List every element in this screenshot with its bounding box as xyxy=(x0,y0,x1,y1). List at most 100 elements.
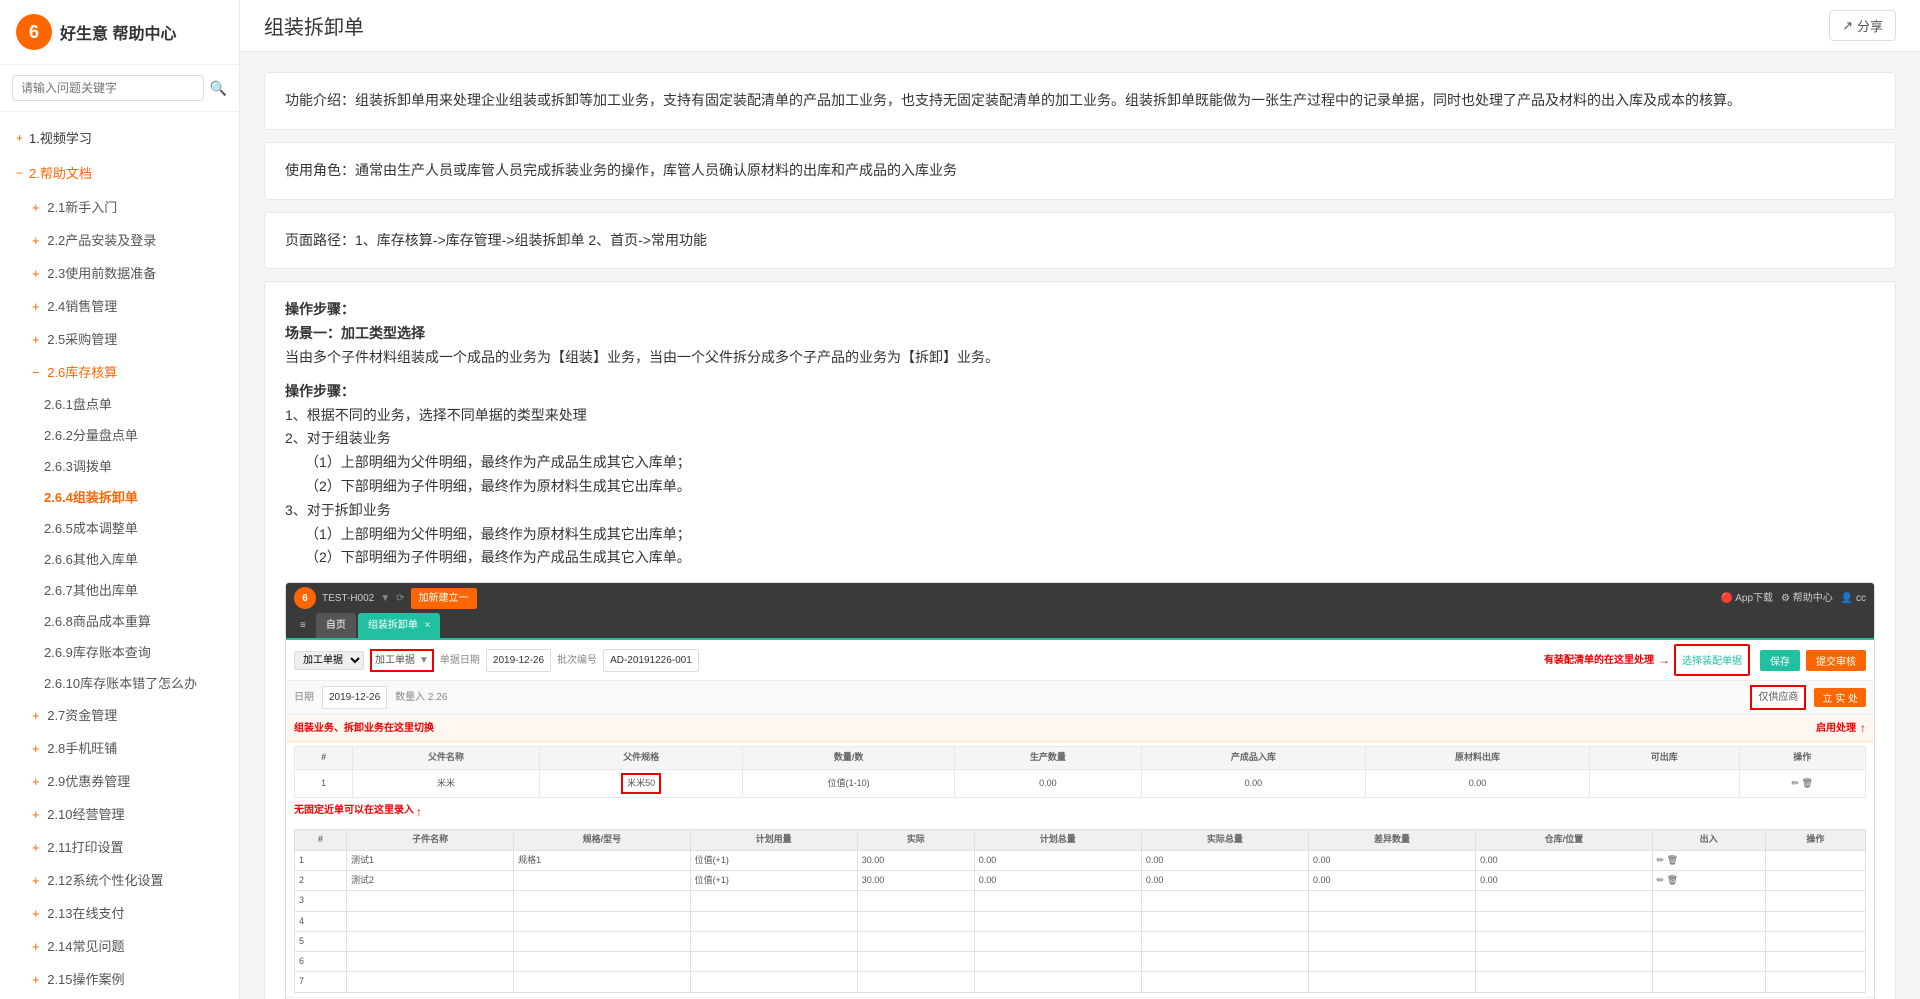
main-content: 组装拆卸单 ↗ 分享 功能介绍：组装拆卸单用来处理企业组装或拆卸等加工业务，支持… xyxy=(240,0,1920,999)
mock-top-table-row-1: 1 米米 米米50 位值(1-10) 0.00 0.00 0.00 ✏ 🗑 xyxy=(295,769,1866,797)
mock-bottom-row-4: 4 xyxy=(295,911,1866,931)
mock-bottom-row-6: 6 xyxy=(295,952,1866,972)
sidebar-item-2.6.10[interactable]: 2.6.10库存账本错了怎么办 xyxy=(0,667,239,698)
plus-icon-2.1: + xyxy=(32,200,40,215)
plus-icon-2.7: + xyxy=(32,708,40,723)
mock-qinpu-group: 仅供应商 xyxy=(1750,685,1806,710)
mock-bottom-row-3: 3 xyxy=(295,891,1866,911)
mock-type-select-wrapper: 加工单据 ▼ xyxy=(370,649,434,672)
mock-user-icon: 👤 cc xyxy=(1841,590,1866,607)
sidebar-item-2.3[interactable]: + 2.3使用前数据准备 xyxy=(0,256,239,289)
sidebar-item-2.11[interactable]: + 2.11打印设置 xyxy=(0,830,239,863)
sidebar-item-2.7[interactable]: + 2.7资金管理 xyxy=(0,698,239,731)
ops-title: 操作步骤： xyxy=(285,298,1875,322)
sidebar-item-2.6.5[interactable]: 2.6.5成本调整单 xyxy=(0,512,239,543)
mock-apply-btn[interactable]: 立 实 处 xyxy=(1814,688,1866,707)
plus-icon-2.4: + xyxy=(32,299,40,314)
scene1-title: 场景一：加工类型选择 xyxy=(285,322,1875,346)
mock-field-batchno: AD-20191226-001 xyxy=(603,649,699,672)
mock-title-text: TEST-H002 xyxy=(322,590,374,607)
nav-list: + 1.视频学习 − 2.帮助文档 + 2.1新手入门 + 2.2产品安装及登录… xyxy=(0,112,239,999)
sidebar-item-2.10[interactable]: + 2.10经营管理 xyxy=(0,797,239,830)
mock-bottom-row-7: 7 xyxy=(295,972,1866,992)
sidebar-item-2.6.6[interactable]: 2.6.6其他入库单 xyxy=(0,543,239,574)
mock-field-batchno-label: 批次编号 xyxy=(557,652,597,669)
mock-field-date: 2019-12-26 xyxy=(486,649,551,672)
logo-text: 好生意 帮助中心 xyxy=(60,20,176,44)
plus-icon-2.5: + xyxy=(32,332,40,347)
mock-field-date-label: 单据日期 xyxy=(440,652,480,669)
plus-icon-2.13: + xyxy=(32,906,40,921)
sidebar-item-2.6[interactable]: − 2.6库存核算 xyxy=(0,355,239,388)
sidebar-item-2.2[interactable]: + 2.2产品安装及登录 xyxy=(0,223,239,256)
screenshot-mockup: 6 TEST-H002 ▼ ⟳ 加新建立一 🔴 App下载 ⚙ 帮助中心 👤 c… xyxy=(285,582,1875,999)
sidebar-item-2.12[interactable]: + 2.12系统个性化设置 xyxy=(0,863,239,896)
search-icon[interactable]: 🔍 xyxy=(210,80,227,97)
path-card: 页面路径：1、库存核算->库存管理->组装拆卸单 2、首页->常用功能 xyxy=(264,212,1896,270)
search-box: 🔍 xyxy=(0,65,239,112)
sidebar-item-2.1[interactable]: + 2.1新手入门 xyxy=(0,190,239,223)
page-title: 组装拆卸单 xyxy=(264,11,364,40)
mock-save-btn[interactable]: 保存 xyxy=(1760,650,1800,671)
plus-icon-2.10: + xyxy=(32,807,40,822)
search-input[interactable] xyxy=(12,75,204,101)
plus-icon-2.15: + xyxy=(32,972,40,987)
mock-new-btn: 加新建立一 xyxy=(411,588,477,609)
sidebar-item-2.15[interactable]: + 2.15操作案例 xyxy=(0,962,239,995)
plus-icon-2.8: + xyxy=(32,741,40,756)
role-card: 使用角色：通常由生产人员或库管人员完成拆装业务的操作，库管人员确认原材料的出库和… xyxy=(264,142,1896,200)
sidebar-item-video[interactable]: + 1.视频学习 xyxy=(0,120,239,155)
sidebar-item-docs[interactable]: − 2.帮助文档 xyxy=(0,155,239,190)
mock-bottom-row-1: 1 测试1 规格1 位值(+1) 30.00 0.00 0.00 0.00 0.… xyxy=(295,850,1866,870)
share-icon: ↗ xyxy=(1842,18,1853,34)
sidebar-item-2.6.4[interactable]: 2.6.4组装拆卸单 xyxy=(0,481,239,512)
plus-icon-2.14: + xyxy=(32,939,40,954)
plus-icon-2.12: + xyxy=(32,873,40,888)
mock-type-select[interactable]: 加工单据 xyxy=(294,651,364,670)
mock-tab-assembly[interactable]: 组装拆卸单 × xyxy=(358,613,441,638)
mock-logo: 6 xyxy=(294,587,316,609)
mock-top-table-wrapper: # 父件名称 父件规格 数量/数 生产数量 产成品入库 原材料出库 可出库 操作 xyxy=(286,746,1874,802)
mock-bottom-table-wrapper: # 子件名称 规格/型号 计划用量 实际 计划总量 实际总量 差异数量 仓库/位… xyxy=(286,829,1874,996)
sidebar-item-2.5[interactable]: + 2.5采购管理 xyxy=(0,322,239,355)
mock-main-area: # 父件名称 父件规格 数量/数 生产数量 产成品入库 原材料出库 可出库 操作 xyxy=(286,742,1874,999)
plus-icon-2.11: + xyxy=(32,840,40,855)
intro-text: 功能介绍：组装拆卸单用来处理企业组装或拆卸等加工业务，支持有固定装配清单的产品加… xyxy=(285,89,1875,113)
annotation-enable: 启用处理 ↑ xyxy=(1816,718,1866,738)
annotation-no-fixed-list: 无固定近单可以在这里录入 ↑ xyxy=(286,802,1874,825)
mock-submit-btn[interactable]: 提交审核 xyxy=(1806,650,1866,671)
ops-steps-subtitle: 操作步骤： xyxy=(285,380,1875,404)
annotation-assembly: 有装配清单的在这里处理 → 选择装配单据 xyxy=(1544,644,1750,676)
mock-help-icon: ⚙ 帮助中心 xyxy=(1781,590,1833,607)
mock-sub-date-label: 日期 xyxy=(294,689,314,706)
sidebar-item-2.13[interactable]: + 2.13在线支付 xyxy=(0,896,239,929)
step-3: 3、对于拆卸业务 xyxy=(285,499,1875,523)
sidebar-item-2.6.1[interactable]: 2.6.1盘点单 xyxy=(0,388,239,419)
logo-icon: 6 xyxy=(16,14,52,50)
sidebar-item-2.8[interactable]: + 2.8手机旺铺 xyxy=(0,731,239,764)
sidebar-item-2.6.8[interactable]: 2.6.8商品成本重算 xyxy=(0,605,239,636)
mock-tab-home[interactable]: 自页 xyxy=(316,613,356,638)
mock-sub-num-label: 数量入 2.26 xyxy=(395,689,447,706)
sidebar-item-2.9[interactable]: + 2.9优惠券管理 xyxy=(0,764,239,797)
sidebar-item-2.4[interactable]: + 2.4销售管理 xyxy=(0,289,239,322)
plus-icon: + xyxy=(16,131,23,145)
mock-dropdown-icon: ▼ xyxy=(380,590,390,607)
mock-bottom-row-2: 2 测试2 位值(+1) 30.00 0.00 0.00 0.00 0.00 xyxy=(295,870,1866,890)
mock-refresh-icon: ⟳ xyxy=(396,590,404,607)
mock-bottom-row-5: 5 xyxy=(295,931,1866,951)
sidebar-item-2.6.7[interactable]: 2.6.7其他出库单 xyxy=(0,574,239,605)
mock-tab-sidebar-toggle[interactable]: ≡ xyxy=(294,613,312,638)
mock-sub-date-val: 2019-12-26 xyxy=(322,686,387,709)
intro-card: 功能介绍：组装拆卸单用来处理企业组装或拆卸等加工业务，支持有固定装配清单的产品加… xyxy=(264,72,1896,130)
share-button[interactable]: ↗ 分享 xyxy=(1829,10,1896,41)
mock-btn-assembly[interactable]: 选择装配单据 xyxy=(1674,644,1750,676)
sidebar-item-2.6.3[interactable]: 2.6.3调拨单 xyxy=(0,450,239,481)
sidebar-item-2.6.2[interactable]: 2.6.2分量盘点单 xyxy=(0,419,239,450)
step-2-2: （2）下部明细为子件明细，最终作为原材料生成其它出库单。 xyxy=(305,475,1875,499)
sidebar-item-2.14[interactable]: + 2.14常见问题 xyxy=(0,929,239,962)
content-area: 功能介绍：组装拆卸单用来处理企业组装或拆卸等加工业务，支持有固定装配清单的产品加… xyxy=(240,52,1920,999)
sidebar-item-2.6.9[interactable]: 2.6.9库存账本查询 xyxy=(0,636,239,667)
step-2-1: （1）上部明细为父件明细，最终作为产成品生成其它入库单； xyxy=(305,451,1875,475)
plus-icon-2.3: + xyxy=(32,266,40,281)
